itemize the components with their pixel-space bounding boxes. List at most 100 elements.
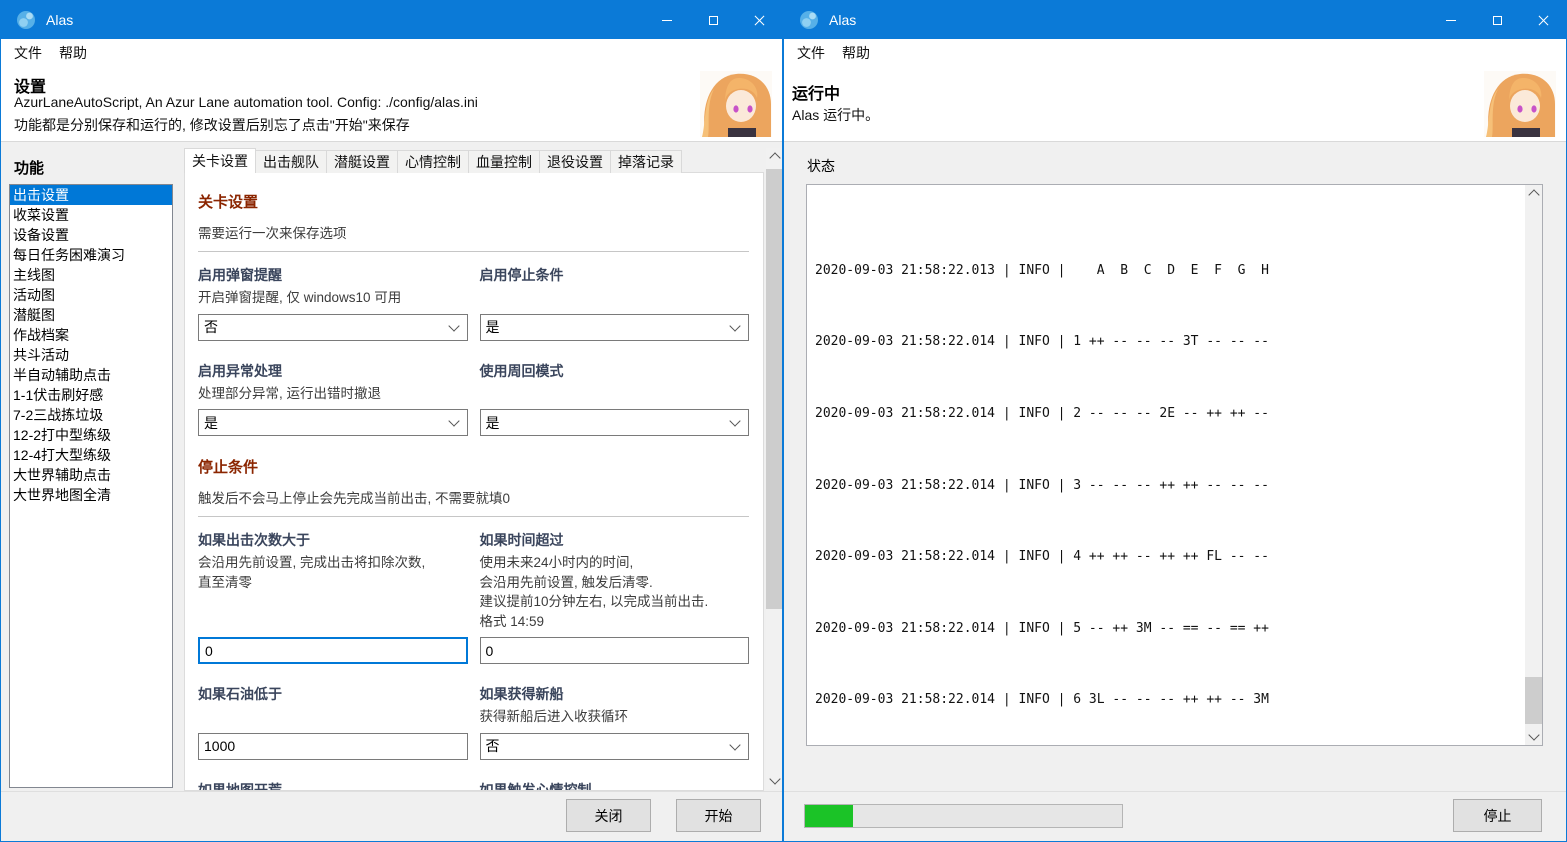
loop-mode-select[interactable]: 是	[480, 409, 750, 436]
field-description	[480, 384, 750, 404]
scrollbar-thumb[interactable]	[1525, 677, 1542, 724]
field-label: 启用停止条件	[480, 265, 750, 285]
log-line: 2020-09-03 21:58:22.014 | INFO | 1 ++ --…	[815, 333, 1522, 351]
field-label: 如果获得新船	[480, 684, 750, 704]
close-button[interactable]: 关闭	[566, 799, 651, 832]
close-window-button[interactable]	[736, 1, 782, 39]
window-title: Alas	[829, 12, 856, 28]
sidebar-item[interactable]: 1-1伏击刷好感	[10, 385, 172, 405]
chevron-down-icon	[1528, 729, 1539, 740]
field-description: 处理部分异常, 运行出错时撤退	[198, 384, 468, 404]
page-header: 运行中 Alas 运行中。	[784, 67, 1566, 142]
sidebar-item[interactable]: 12-4打大型练级	[10, 445, 172, 465]
sidebar-item[interactable]: 大世界地图全清	[10, 485, 172, 505]
title-bar: Alas	[1, 1, 782, 39]
chevron-down-icon	[729, 320, 740, 331]
close-window-button[interactable]	[1520, 1, 1566, 39]
sidebar-item[interactable]: 出击设置	[10, 185, 172, 205]
select-value: 是	[486, 317, 500, 337]
sidebar-item[interactable]: 主线图	[10, 265, 172, 285]
menu-item-file[interactable]: 文件	[14, 43, 42, 63]
title-bar: Alas	[784, 1, 1566, 39]
chevron-down-icon	[448, 415, 459, 426]
minimize-icon	[662, 20, 672, 21]
maximize-icon	[709, 16, 718, 25]
tab[interactable]: 出击舰队	[255, 150, 327, 173]
footer-divider	[1, 791, 782, 792]
enable-popup-select[interactable]: 否	[198, 314, 468, 341]
sidebar-item[interactable]: 12-2打中型练级	[10, 425, 172, 445]
tab[interactable]: 心情控制	[397, 150, 469, 173]
scroll-down-button[interactable]	[1525, 728, 1542, 745]
log-line: 2020-09-03 21:58:22.014 | INFO | 2 -- --…	[815, 405, 1522, 423]
sidebar-item[interactable]: 作战档案	[10, 325, 172, 345]
scroll-up-button[interactable]	[766, 148, 783, 165]
scroll-down-button[interactable]	[766, 772, 783, 789]
field-description	[198, 707, 468, 727]
tab[interactable]: 血量控制	[468, 150, 540, 173]
new-ship-select[interactable]: 否	[480, 733, 750, 760]
settings-panel: 关卡设置 需要运行一次来保存选项 启用弹窗提醒 开启弹窗提醒, 仅 window…	[184, 172, 764, 791]
tab[interactable]: 退役设置	[539, 150, 611, 173]
sidebar-item[interactable]: 每日任务困难演习	[10, 245, 172, 265]
sidebar-item[interactable]: 7-2三战拣垃圾	[10, 405, 172, 425]
divider	[198, 251, 749, 252]
sidebar-item[interactable]: 半自动辅助点击	[10, 365, 172, 385]
stop-button[interactable]: 停止	[1453, 799, 1542, 832]
sidebar-item[interactable]: 设备设置	[10, 225, 172, 245]
sidebar-item[interactable]: 活动图	[10, 285, 172, 305]
maximize-button[interactable]	[690, 1, 736, 39]
menu-item-help[interactable]: 帮助	[59, 43, 87, 63]
sidebar-item[interactable]: 收菜设置	[10, 205, 172, 225]
app-icon	[16, 10, 36, 30]
sidebar-item[interactable]: 大世界辅助点击	[10, 465, 172, 485]
menu-item-help[interactable]: 帮助	[842, 43, 870, 63]
window-controls	[1428, 1, 1566, 39]
menu-item-file[interactable]: 文件	[797, 43, 825, 63]
exception-handling-select[interactable]: 是	[198, 409, 468, 436]
section-description: 触发后不会马上停止会先完成当前出击, 不需要就填0	[198, 487, 749, 507]
log-line: 2020-09-03 21:58:22.013 | INFO | A B C D…	[815, 262, 1522, 280]
minimize-button[interactable]	[1428, 1, 1474, 39]
tab-bar: 关卡设置 出击舰队 潜艇设置 心情控制 血量控制 退役设置 掉落记录	[184, 148, 681, 173]
sidebar-item[interactable]: 潜艇图	[10, 305, 172, 325]
chevron-down-icon	[448, 320, 459, 331]
section-description: 需要运行一次来保存选项	[198, 222, 749, 242]
tab[interactable]: 潜艇设置	[326, 150, 398, 173]
field-description: 使用未来24小时内的时间, 会沿用先前设置, 触发后清零. 建议提前10分钟左右…	[480, 553, 750, 631]
progress-bar	[804, 804, 1123, 828]
field-label: 如果触发心情控制	[480, 780, 750, 792]
menu-bar: 文件 帮助	[1, 39, 782, 67]
window-controls	[644, 1, 782, 39]
sidebar-item[interactable]: 共斗活动	[10, 345, 172, 365]
tab[interactable]: 掉落记录	[610, 150, 682, 173]
time-input[interactable]	[480, 637, 750, 664]
divider	[198, 516, 749, 517]
log-box[interactable]: 2020-09-03 21:58:22.013 | INFO | A B C D…	[806, 184, 1543, 746]
tab[interactable]: 关卡设置	[184, 148, 256, 173]
field-description	[480, 288, 750, 308]
minimize-button[interactable]	[644, 1, 690, 39]
chevron-down-icon	[729, 739, 740, 750]
maximize-button[interactable]	[1474, 1, 1520, 39]
section-stop-conditions: 停止条件 触发后不会马上停止会先完成当前出击, 不需要就填0 如果出击次数大于 …	[198, 456, 749, 791]
select-value: 否	[486, 736, 500, 756]
scroll-up-button[interactable]	[1525, 185, 1542, 202]
oil-input[interactable]	[198, 733, 468, 760]
log-line: 2020-09-03 21:58:22.014 | INFO | 6 3L --…	[815, 691, 1522, 709]
scrollbar-thumb[interactable]	[766, 169, 783, 609]
section-title: 停止条件	[198, 456, 749, 477]
field-description: 获得新船后进入收获循环	[480, 707, 750, 727]
chevron-up-icon	[1528, 189, 1539, 200]
runner-window: Alas 文件 帮助 运行中 Alas 运行中。 状态 2020-09-03 2	[783, 0, 1567, 842]
count-input[interactable]	[198, 637, 468, 664]
chevron-down-icon	[769, 773, 780, 784]
content-scrollbar[interactable]	[766, 148, 783, 789]
footer-divider	[784, 791, 1566, 792]
log-output: 2020-09-03 21:58:22.013 | INFO | A B C D…	[815, 190, 1522, 743]
start-button[interactable]: 开始	[676, 799, 761, 832]
log-scrollbar[interactable]	[1525, 185, 1542, 745]
enable-stop-condition-select[interactable]: 是	[480, 314, 750, 341]
select-value: 是	[486, 413, 500, 433]
settings-window: Alas 文件 帮助 设置 AzurLaneAutoScript, An Azu…	[0, 0, 783, 842]
